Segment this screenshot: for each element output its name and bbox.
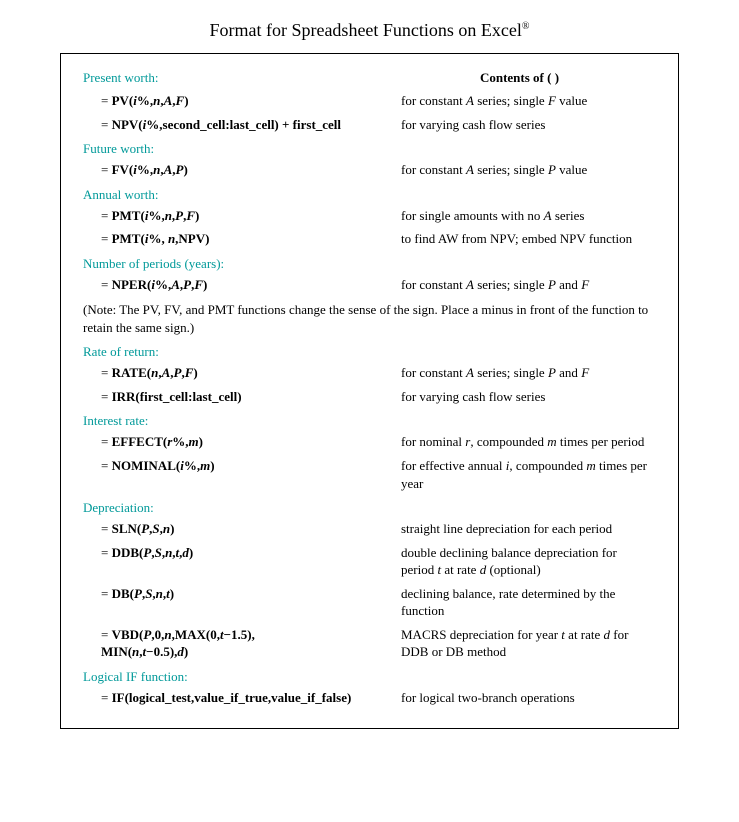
desc-pv: for constant A series; single F value — [401, 92, 656, 110]
desc-fv: for constant A series; single P value — [401, 161, 656, 179]
section-present-worth: Present worth: — [83, 70, 383, 86]
header-row: Present worth: Contents of ( ) — [83, 70, 656, 86]
func-effect: = EFFECT(r%,m) — [83, 433, 401, 451]
func-rate: = RATE(n,A,P,F) — [83, 364, 401, 382]
desc-effect: for nominal r, compounded m times per pe… — [401, 433, 656, 451]
func-pv: = PV(i%,n,A,F) — [83, 92, 401, 110]
desc-rate: for constant A series; single P and F — [401, 364, 656, 382]
row-rate: = RATE(n,A,P,F) for constant A series; s… — [83, 364, 656, 382]
row-ddb: = DDB(P,S,n,t,d) double declining balanc… — [83, 544, 656, 579]
desc-nominal: for effective annual i, compounded m tim… — [401, 457, 656, 492]
func-pmt1: = PMT(i%,n,P,F) — [83, 207, 401, 225]
section-interest-rate: Interest rate: — [83, 413, 656, 429]
row-pv: = PV(i%,n,A,F) for constant A series; si… — [83, 92, 656, 110]
desc-irr: for varying cash flow series — [401, 388, 656, 406]
row-pmt1: = PMT(i%,n,P,F) for single amounts with … — [83, 207, 656, 225]
sign-note: (Note: The PV, FV, and PMT functions cha… — [83, 301, 656, 336]
section-logical-if: Logical IF function: — [83, 669, 656, 685]
func-fv: = FV(i%,n,A,P) — [83, 161, 401, 179]
desc-pmt2: to find AW from NPV; embed NPV function — [401, 230, 656, 248]
section-future-worth: Future worth: — [83, 141, 656, 157]
page-title: Format for Spreadsheet Functions on Exce… — [0, 20, 739, 41]
func-ddb: = DDB(P,S,n,t,d) — [83, 544, 401, 562]
func-if: = IF(logical_test,value_if_true,value_if… — [83, 689, 401, 707]
func-npv: = NPV(i%,second_cell:last_cell) + first_… — [83, 116, 401, 134]
section-number-of-periods: Number of periods (years): — [83, 256, 656, 272]
row-if: = IF(logical_test,value_if_true,value_if… — [83, 689, 656, 707]
func-pmt2: = PMT(i%, n,NPV) — [83, 230, 401, 248]
row-pmt2: = PMT(i%, n,NPV) to find AW from NPV; em… — [83, 230, 656, 248]
func-nominal: = NOMINAL(i%,m) — [83, 457, 401, 475]
func-db: = DB(P,S,n,t) — [83, 585, 401, 603]
row-irr: = IRR(first_cell:last_cell) for varying … — [83, 388, 656, 406]
row-sln: = SLN(P,S,n) straight line depreciation … — [83, 520, 656, 538]
section-rate-of-return: Rate of return: — [83, 344, 656, 360]
func-nper: = NPER(i%,A,P,F) — [83, 276, 401, 294]
registered-icon: ® — [522, 21, 530, 32]
func-vbd: = VBD(P,0,n,MAX(0,t−1.5),MIN(n,t−0.5),d) — [83, 626, 401, 661]
row-fv: = FV(i%,n,A,P) for constant A series; si… — [83, 161, 656, 179]
desc-pmt1: for single amounts with no A series — [401, 207, 656, 225]
row-nper: = NPER(i%,A,P,F) for constant A series; … — [83, 276, 656, 294]
desc-npv: for varying cash flow series — [401, 116, 656, 134]
row-npv: = NPV(i%,second_cell:last_cell) + first_… — [83, 116, 656, 134]
row-vbd: = VBD(P,0,n,MAX(0,t−1.5),MIN(n,t−0.5),d)… — [83, 626, 656, 661]
func-irr: = IRR(first_cell:last_cell) — [83, 388, 401, 406]
title-text: Format for Spreadsheet Functions on Exce… — [209, 20, 521, 40]
desc-db: declining balance, rate determined by th… — [401, 585, 656, 620]
desc-nper: for constant A series; single P and F — [401, 276, 656, 294]
func-sln: = SLN(P,S,n) — [83, 520, 401, 538]
section-annual-worth: Annual worth: — [83, 187, 656, 203]
row-effect: = EFFECT(r%,m) for nominal r, compounded… — [83, 433, 656, 451]
desc-vbd: MACRS depreciation for year t at rate d … — [401, 626, 656, 661]
desc-sln: straight line depreciation for each peri… — [401, 520, 656, 538]
desc-ddb: double declining balance depreciation fo… — [401, 544, 656, 579]
document-page: Format for Spreadsheet Functions on Exce… — [0, 20, 739, 729]
row-db: = DB(P,S,n,t) declining balance, rate de… — [83, 585, 656, 620]
contents-of-header: Contents of ( ) — [383, 70, 656, 86]
section-depreciation: Depreciation: — [83, 500, 656, 516]
row-nominal: = NOMINAL(i%,m) for effective annual i, … — [83, 457, 656, 492]
content-box: Present worth: Contents of ( ) = PV(i%,n… — [60, 53, 679, 729]
desc-if: for logical two-branch operations — [401, 689, 656, 707]
